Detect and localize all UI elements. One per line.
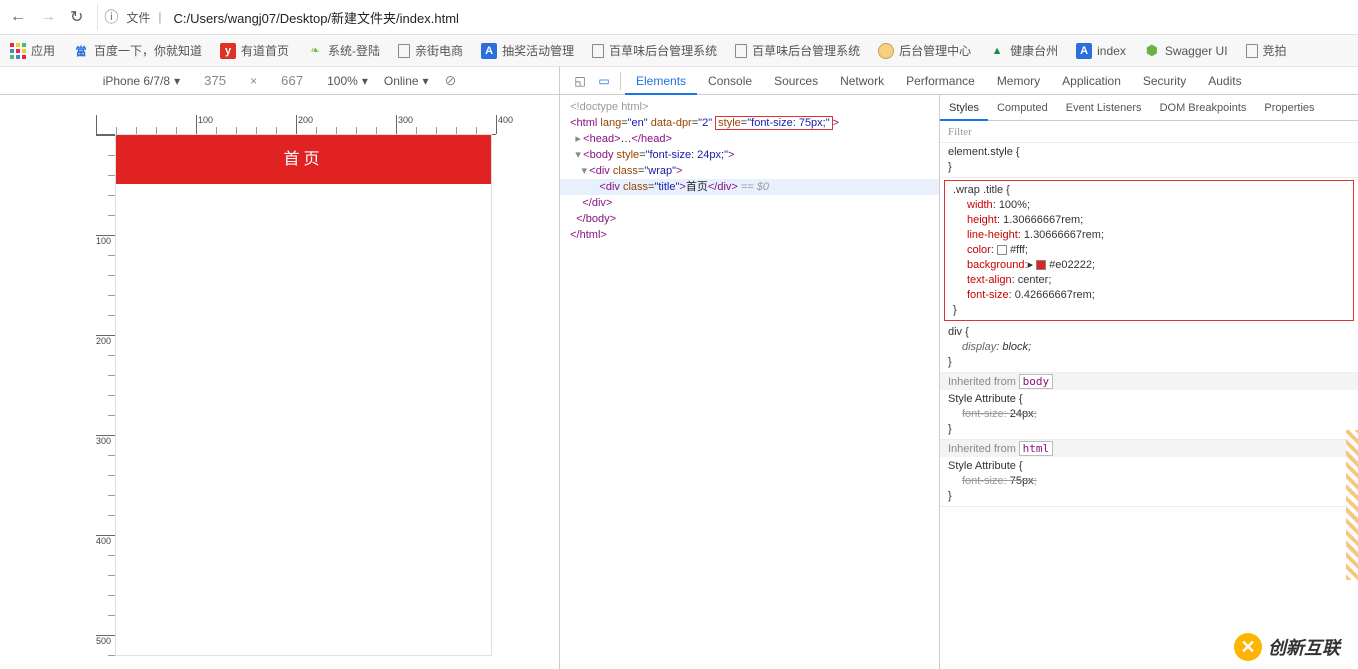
tab-event-listeners[interactable]: Event Listeners [1057, 95, 1151, 121]
tab-security[interactable]: Security [1132, 67, 1197, 95]
viewport-area: 100200300400 100200300400500 首页 [0, 95, 559, 669]
swagger-icon: ⬢ [1144, 43, 1160, 59]
url-scheme-label: 文件 [126, 9, 150, 26]
el-body-open[interactable]: ▾<body style="font-size: 24px;"> [560, 147, 939, 163]
tab-application[interactable]: Application [1051, 67, 1132, 95]
ruler-vertical: 100200300400500 [96, 135, 116, 655]
youdao-icon: y [220, 43, 236, 59]
no-throttle-icon[interactable]: ⊘ [445, 72, 457, 89]
bookmark-bcw2[interactable]: 百草味后台管理系统 [735, 42, 860, 59]
times-icon: × [250, 74, 257, 88]
watermark-icon: ✕ [1234, 633, 1262, 661]
tab-network[interactable]: Network [829, 67, 895, 95]
chevron-down-icon: ▾ [174, 74, 180, 88]
inherited-body: Inherited from body [940, 373, 1358, 390]
device-preview-pane: iPhone 6/7/8 ▾ × 100% ▾ Online ▾ ⊘ 10020… [0, 67, 560, 669]
ruler-horizontal: 100200300400 [96, 115, 496, 135]
styles-filter[interactable]: Filter [940, 121, 1358, 143]
file-icon [1246, 44, 1258, 58]
reload-button[interactable]: ↻ [70, 7, 83, 27]
apps-icon [10, 43, 26, 59]
tab-styles[interactable]: Styles [940, 95, 988, 121]
a-icon: A [481, 43, 497, 59]
bookmark-sys[interactable]: ❧系统-登陆 [307, 42, 380, 59]
el-wrap-close[interactable]: </div> [560, 195, 939, 211]
device-toolbar: iPhone 6/7/8 ▾ × 100% ▾ Online ▾ ⊘ [0, 67, 559, 95]
forward-button[interactable]: → [40, 8, 56, 26]
el-doctype[interactable]: <!doctype html> [560, 99, 939, 115]
phone-viewport[interactable]: 首页 [116, 135, 491, 655]
device-select[interactable]: iPhone 6/7/8 ▾ [103, 74, 180, 88]
tab-elements[interactable]: Elements [625, 67, 697, 95]
tab-computed[interactable]: Computed [988, 95, 1057, 121]
el-html-open[interactable]: <html lang="en" data-dpr="2" style="font… [560, 115, 939, 131]
bookmark-jp[interactable]: 竞拍 [1246, 42, 1287, 59]
throttle-select[interactable]: Online ▾ [384, 74, 429, 88]
inherited-html: Inherited from html [940, 440, 1358, 457]
el-wrap-open[interactable]: ▾<div class="wrap"> [560, 163, 939, 179]
file-icon [398, 44, 410, 58]
back-button[interactable]: ← [10, 8, 26, 26]
inspect-icon[interactable]: ◱ [568, 74, 592, 88]
bookmark-qj[interactable]: 亲街电商 [398, 42, 463, 59]
el-title-selected[interactable]: <div class="title">首页</div> == $0 [560, 179, 939, 195]
el-head[interactable]: ▸<head>…</head> [560, 131, 939, 147]
tab-sources[interactable]: Sources [763, 67, 829, 95]
devtools-pane: ◱ ▭ Elements Console Sources Network Per… [560, 67, 1358, 669]
width-input[interactable] [196, 73, 234, 88]
watermark: ✕创新互联 [1234, 633, 1340, 661]
rule-element-style[interactable]: element.style { } [940, 143, 1358, 178]
tab-audits[interactable]: Audits [1197, 67, 1252, 95]
triangle-icon: ▲ [989, 43, 1005, 59]
styles-tabbar: Styles Computed Event Listeners DOM Brea… [940, 95, 1358, 121]
tab-performance[interactable]: Performance [895, 67, 986, 95]
chevron-down-icon: ▾ [423, 74, 429, 88]
bookmarks-bar: 应用 當百度一下，你就知道 y有道首页 ❧系统-登陆 亲街电商 A抽奖活动管理 … [0, 35, 1358, 67]
tab-properties[interactable]: Properties [1255, 95, 1323, 121]
bookmark-baidu[interactable]: 當百度一下，你就知道 [73, 42, 202, 59]
leaf-icon: ❧ [307, 43, 323, 59]
bookmark-ht[interactable]: 后台管理中心 [878, 42, 971, 59]
bookmark-apps[interactable]: 应用 [10, 42, 55, 59]
rule-body-attr[interactable]: Style Attribute { font-size: 24px; } [940, 390, 1358, 440]
page-title-bar: 首页 [116, 135, 491, 184]
url-path: C:/Users/wangj07/Desktop/新建文件夹/index.htm… [174, 8, 459, 27]
browser-toolbar: ← → ↻ ⓘ 文件 | C:/Users/wangj07/Desktop/新建… [0, 0, 1358, 35]
height-input[interactable] [273, 73, 311, 88]
bookmark-cj[interactable]: A抽奖活动管理 [481, 42, 574, 59]
elements-panel[interactable]: <!doctype html> <html lang="en" data-dpr… [560, 95, 940, 669]
info-icon: ⓘ [104, 7, 118, 27]
tab-console[interactable]: Console [697, 67, 763, 95]
bookmark-jk[interactable]: ▲健康台州 [989, 42, 1058, 59]
styles-panel: Styles Computed Event Listeners DOM Brea… [940, 95, 1358, 669]
rule-div[interactable]: div { display: block; } [940, 323, 1358, 373]
a-icon: A [1076, 43, 1092, 59]
decorative-stripe [1346, 430, 1358, 580]
el-body-close[interactable]: </body> [560, 211, 939, 227]
address-bar[interactable]: ⓘ 文件 | C:/Users/wangj07/Desktop/新建文件夹/in… [97, 4, 1348, 30]
file-icon [592, 44, 604, 58]
rule-wrap-title[interactable]: .wrap .title { width: 100%; height: 1.30… [944, 180, 1354, 321]
file-icon [735, 44, 747, 58]
devtools-tabbar: ◱ ▭ Elements Console Sources Network Per… [560, 67, 1358, 95]
el-html-close[interactable]: </html> [560, 227, 939, 243]
bookmark-idx[interactable]: Aindex [1076, 43, 1126, 59]
rule-html-attr[interactable]: Style Attribute { font-size: 75px; } [940, 457, 1358, 507]
bookmark-bcw1[interactable]: 百草味后台管理系统 [592, 42, 717, 59]
device-mode-icon[interactable]: ▭ [592, 74, 616, 88]
tab-dom-breakpoints[interactable]: DOM Breakpoints [1151, 95, 1256, 121]
bookmark-youdao[interactable]: y有道首页 [220, 42, 289, 59]
chevron-down-icon: ▾ [362, 74, 368, 88]
zoom-select[interactable]: 100% ▾ [327, 74, 368, 88]
baidu-icon: 當 [73, 43, 89, 59]
bookmark-swag[interactable]: ⬢Swagger UI [1144, 43, 1228, 59]
disc-icon [878, 43, 894, 59]
tab-memory[interactable]: Memory [986, 67, 1051, 95]
